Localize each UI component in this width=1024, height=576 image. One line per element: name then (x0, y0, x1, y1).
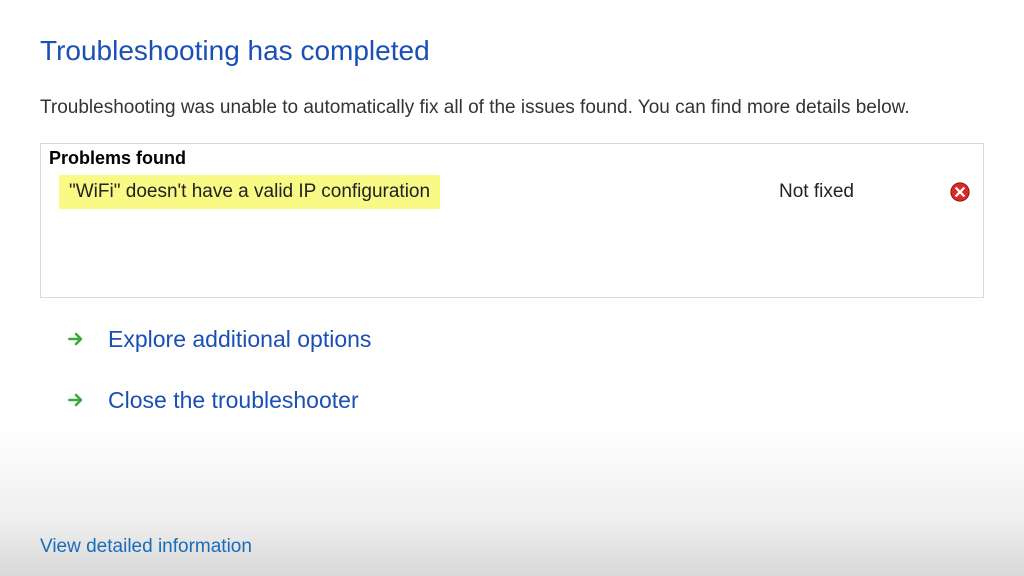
subtitle-text: Troubleshooting was unable to automatica… (40, 95, 980, 121)
page-title: Troubleshooting has completed (40, 35, 984, 67)
error-icon (949, 181, 971, 203)
explore-options-link[interactable]: Explore additional options (66, 326, 371, 353)
problems-header: Problems found (41, 144, 983, 171)
problems-panel: Problems found "WiFi" doesn't have a val… (40, 143, 984, 298)
close-troubleshooter-label: Close the troubleshooter (108, 387, 359, 414)
problem-description: "WiFi" doesn't have a valid IP configura… (59, 175, 440, 209)
explore-options-label: Explore additional options (108, 326, 371, 353)
problem-status: Not fixed (779, 181, 854, 203)
arrow-right-icon (66, 329, 86, 349)
arrow-right-icon (66, 390, 86, 410)
view-details-link[interactable]: View detailed information (40, 536, 252, 558)
close-troubleshooter-link[interactable]: Close the troubleshooter (66, 387, 359, 414)
problem-row[interactable]: "WiFi" doesn't have a valid IP configura… (41, 171, 983, 215)
